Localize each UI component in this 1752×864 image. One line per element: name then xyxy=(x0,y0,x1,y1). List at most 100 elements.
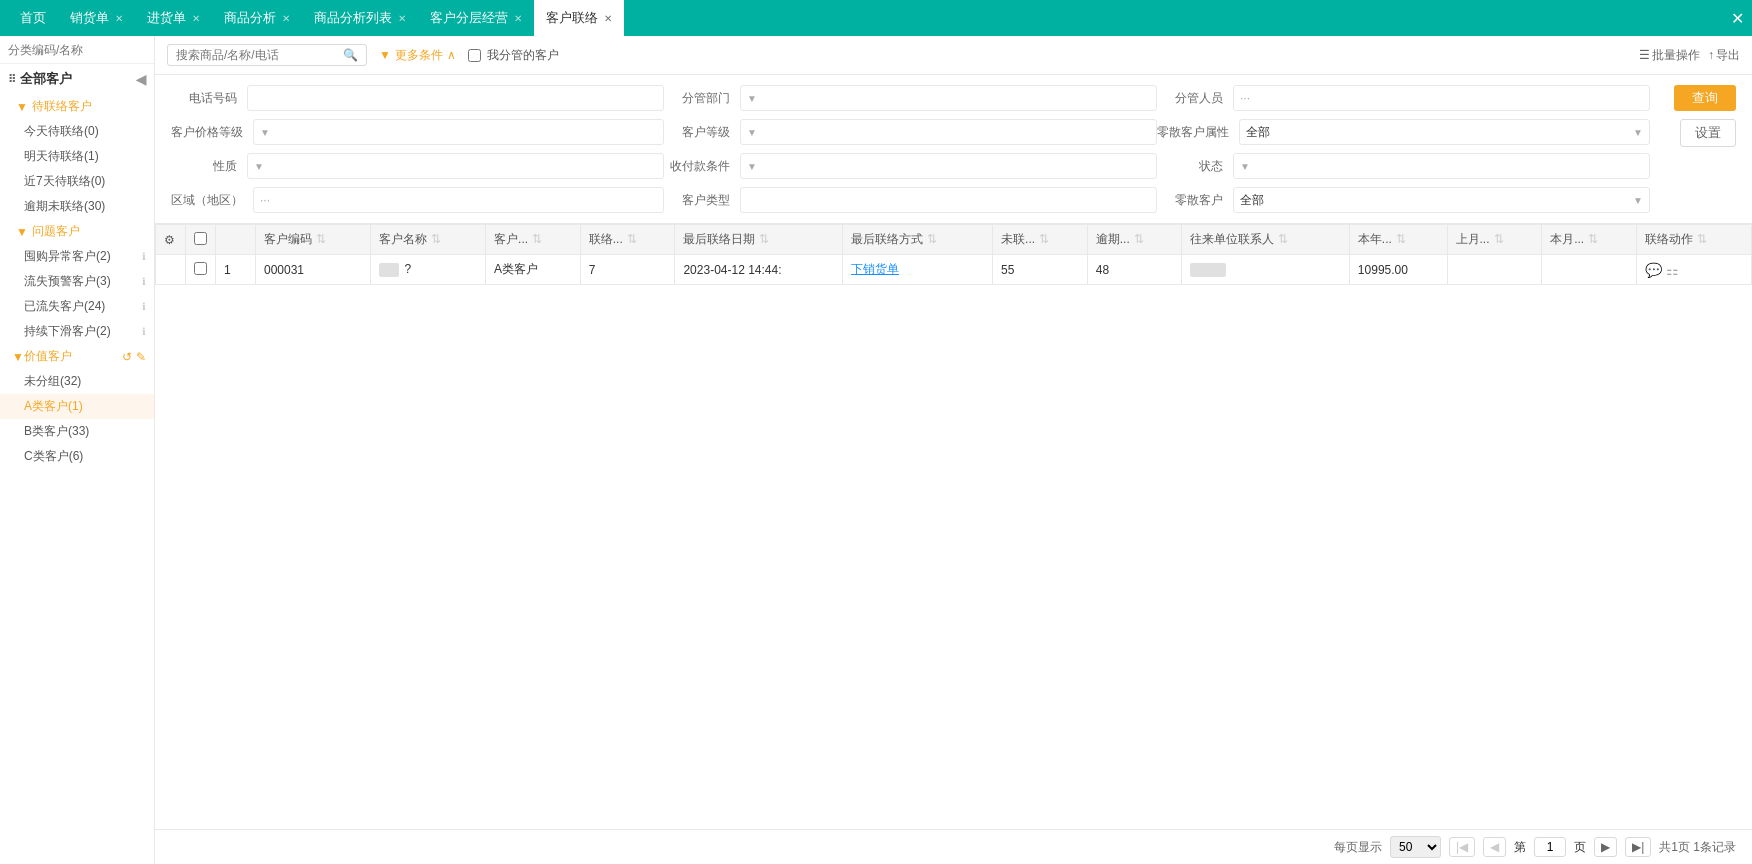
row-checkbox[interactable] xyxy=(194,262,207,275)
main-layout: 🔍 ⠿ 全部客户 ◀ ▼ 待联络客户 今天待联络(0) 明天待联络(1) 近7天… xyxy=(0,36,1752,864)
sidebar-item-classB[interactable]: B类客户(33) xyxy=(0,419,154,444)
close-all-tabs[interactable]: ✕ xyxy=(1731,9,1744,28)
nav-customer-segment[interactable]: 客户分层经营 ✕ xyxy=(418,0,534,36)
cell-customer-code: 000031 xyxy=(256,255,371,285)
sidebar-item-declining[interactable]: 持续下滑客户(2) ℹ xyxy=(0,319,154,344)
refresh-icon[interactable]: ↺ xyxy=(122,350,132,364)
col-last-contact-date[interactable]: 最后联络日期⇅ xyxy=(675,225,843,255)
content-area: 🔍 ▼ 更多条件 ∧ 我分管的客户 ☰ 批量操作 ↑ 导出 xyxy=(155,36,1752,864)
nav-sales-order[interactable]: 销货单 ✕ xyxy=(58,0,135,36)
page-input[interactable] xyxy=(1534,837,1566,857)
filter-customer-type: 客户类型 xyxy=(664,187,1157,213)
search-input[interactable] xyxy=(176,48,343,62)
col-this-year[interactable]: 本年...⇅ xyxy=(1349,225,1447,255)
col-settings[interactable]: ⚙ xyxy=(156,225,186,255)
grid-icon: ⠿ xyxy=(8,73,16,86)
problem-customers-group[interactable]: ▼ 问题客户 xyxy=(0,219,154,244)
prev-page-btn[interactable]: ◀ xyxy=(1483,837,1506,857)
person-input[interactable]: ··· xyxy=(1233,85,1650,111)
col-contact-action[interactable]: 联络动作⇅ xyxy=(1636,225,1751,255)
col-unit-contact[interactable]: 往来单位联系人⇅ xyxy=(1182,225,1349,255)
sidebar-item-ungroup[interactable]: 未分组(32) xyxy=(0,369,154,394)
close-icon[interactable]: ✕ xyxy=(514,13,522,24)
phone-input[interactable] xyxy=(247,85,664,111)
nav-customer-contact[interactable]: 客户联络 ✕ xyxy=(534,0,624,36)
search-box: 🔍 xyxy=(167,44,367,66)
sidebar-item-7days[interactable]: 近7天待联络(0) xyxy=(0,169,154,194)
my-customers-checkbox[interactable] xyxy=(468,49,481,62)
customer-level-select[interactable]: ▼ xyxy=(740,119,1157,145)
sidebar-item-churn-warning[interactable]: 流失预警客户(3) ℹ xyxy=(0,269,154,294)
cell-last-contact-method: 下销货单 xyxy=(843,255,993,285)
cell-customer-name: ? xyxy=(371,255,486,285)
price-level-select[interactable]: ▼ xyxy=(253,119,664,145)
close-icon[interactable]: ✕ xyxy=(604,13,612,24)
chevron-down-icon: ▼ xyxy=(260,127,270,138)
contact-method-link[interactable]: 下销货单 xyxy=(851,262,899,276)
more-icon[interactable]: ⚏ xyxy=(1666,262,1679,278)
sidebar-item-tomorrow[interactable]: 明天待联络(1) xyxy=(0,144,154,169)
sidebar: 🔍 ⠿ 全部客户 ◀ ▼ 待联络客户 今天待联络(0) 明天待联络(1) 近7天… xyxy=(0,36,155,864)
export-icon: ↑ xyxy=(1708,48,1714,62)
customer-table: ⚙ 客户编码⇅ 客户名称⇅ 客户...⇅ 联络...⇅ 最后联络日期⇅ 最后联络… xyxy=(155,224,1752,285)
status-select[interactable]: ▼ xyxy=(1233,153,1650,179)
close-icon[interactable]: ✕ xyxy=(282,13,290,24)
advanced-filter: 电话号码 分管部门 ▼ 分管人员 ··· xyxy=(155,75,1752,224)
table-row: 1 000031 ? A类客户 7 2023-04-12 14:44: 下销货单… xyxy=(156,255,1752,285)
sidebar-item-classA[interactable]: A类客户(1) xyxy=(0,394,154,419)
top-right-actions: ☰ 批量操作 ↑ 导出 xyxy=(1639,47,1740,64)
arrow-down-icon: ▼ xyxy=(12,350,24,364)
col-customer-code[interactable]: 客户编码⇅ xyxy=(256,225,371,255)
collapse-icon: ◀ xyxy=(136,72,146,87)
customer-type-input[interactable] xyxy=(740,187,1157,213)
settings-button[interactable]: 设置 xyxy=(1680,119,1736,147)
row-actions: 💬 ⚏ xyxy=(1645,262,1743,278)
col-contact[interactable]: 联络...⇅ xyxy=(580,225,675,255)
all-customers-header[interactable]: ⠿ 全部客户 ◀ xyxy=(0,64,154,94)
nav-home[interactable]: 首页 xyxy=(8,0,58,36)
col-customer-name[interactable]: 客户名称⇅ xyxy=(371,225,486,255)
filter-region: 区域（地区） ··· xyxy=(171,187,664,213)
per-page-select[interactable]: 50 100 200 xyxy=(1390,836,1441,858)
sidebar-item-overdue[interactable]: 逾期未联络(30) xyxy=(0,194,154,219)
region-input[interactable]: ··· xyxy=(253,187,664,213)
first-page-btn[interactable]: |◀ xyxy=(1449,837,1475,857)
col-overdue[interactable]: 逾期...⇅ xyxy=(1087,225,1182,255)
query-button[interactable]: 查询 xyxy=(1674,85,1736,111)
sidebar-item-churned[interactable]: 已流失客户(24) ℹ xyxy=(0,294,154,319)
page-label2: 页 xyxy=(1574,839,1586,856)
chevron-down-icon: ▼ xyxy=(747,93,757,104)
pending-contact-group[interactable]: ▼ 待联络客户 xyxy=(0,94,154,119)
scatter-customer-select[interactable]: 全部 ▼ xyxy=(1233,187,1650,213)
select-all-checkbox[interactable] xyxy=(194,232,207,245)
col-not-contacted[interactable]: 未联...⇅ xyxy=(993,225,1088,255)
chevron-down-icon: ▼ xyxy=(747,127,757,138)
more-conditions-btn[interactable]: ▼ 更多条件 ∧ xyxy=(379,47,456,64)
sidebar-item-abnormal[interactable]: 囤购异常客户(2) ℹ xyxy=(0,244,154,269)
dept-select[interactable]: ▼ xyxy=(740,85,1157,111)
col-last-contact-method[interactable]: 最后联络方式⇅ xyxy=(843,225,993,255)
export-btn[interactable]: ↑ 导出 xyxy=(1708,47,1740,64)
last-page-btn[interactable]: ▶| xyxy=(1625,837,1651,857)
batch-op-btn[interactable]: ☰ 批量操作 xyxy=(1639,47,1700,64)
category-search-input[interactable] xyxy=(8,43,155,57)
close-icon[interactable]: ✕ xyxy=(192,13,200,24)
nav-product-analysis[interactable]: 商品分析 ✕ xyxy=(212,0,302,36)
close-icon[interactable]: ✕ xyxy=(115,13,123,24)
col-this-month[interactable]: 本月...⇅ xyxy=(1542,225,1637,255)
nav-purchase-order[interactable]: 进货单 ✕ xyxy=(135,0,212,36)
col-customer-type[interactable]: 客户...⇅ xyxy=(486,225,581,255)
value-customers-group[interactable]: ▼ 价值客户 ↺ ✎ xyxy=(0,344,154,369)
sidebar-item-classC[interactable]: C类客户(6) xyxy=(0,444,154,469)
next-page-btn[interactable]: ▶ xyxy=(1594,837,1617,857)
scatter-attr-select[interactable]: 全部 ▼ xyxy=(1239,119,1650,145)
filter-row-4: 区域（地区） ··· 客户类型 零散客户 全部 xyxy=(155,179,1666,223)
close-icon[interactable]: ✕ xyxy=(398,13,406,24)
nature-select[interactable]: ▼ xyxy=(247,153,664,179)
chat-icon[interactable]: 💬 xyxy=(1645,262,1662,278)
payment-select[interactable]: ▼ xyxy=(740,153,1157,179)
nav-product-analysis-list[interactable]: 商品分析列表 ✕ xyxy=(302,0,418,36)
col-last-month[interactable]: 上月...⇅ xyxy=(1447,225,1542,255)
edit-icon[interactable]: ✎ xyxy=(136,350,146,364)
sidebar-item-today[interactable]: 今天待联络(0) xyxy=(0,119,154,144)
